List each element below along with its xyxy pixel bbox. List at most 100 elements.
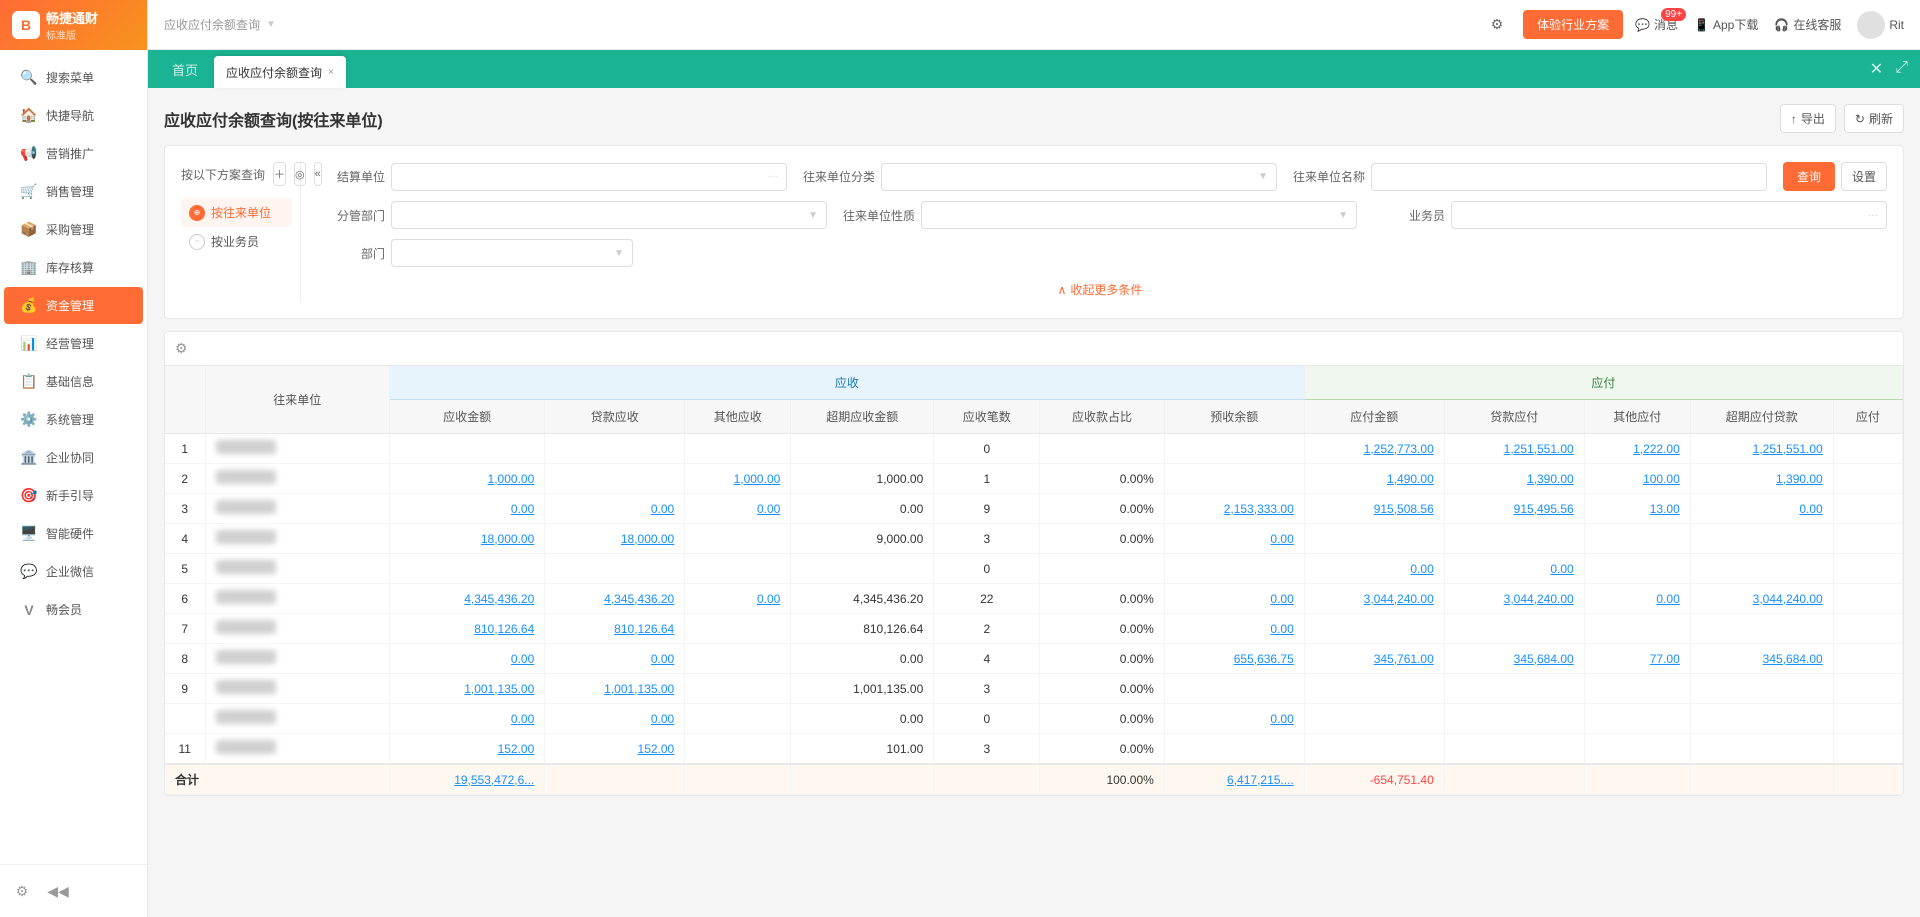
table-cell[interactable]: 152.00 xyxy=(545,734,685,765)
table-cell[interactable]: 345,684.00 xyxy=(1444,644,1584,674)
table-cell[interactable]: 152.00 xyxy=(389,734,544,765)
sidebar-item-purchase[interactable]: 📦 采购管理 xyxy=(4,211,143,248)
message-btn[interactable]: 💬 消息 99+ xyxy=(1635,16,1678,33)
table-cell xyxy=(1690,554,1833,584)
table-cell[interactable]: 915,508.56 xyxy=(1304,494,1444,524)
table-cell[interactable]: 18,000.00 xyxy=(545,524,685,554)
tab-close-btn[interactable]: × xyxy=(328,67,334,78)
settlement-unit-input[interactable]: ··· xyxy=(391,163,787,191)
table-cell[interactable]: 0.00 xyxy=(1164,584,1304,614)
department-input[interactable]: ▼ xyxy=(391,239,633,267)
sidebar-item-vip[interactable]: V 畅会员 xyxy=(4,591,143,628)
table-cell[interactable]: 0.00 xyxy=(1584,584,1690,614)
table-cell[interactable]: 1,001,135.00 xyxy=(545,674,685,704)
table-cell[interactable]: 1,222.00 xyxy=(1584,434,1690,464)
tab-home[interactable]: 首页 xyxy=(156,50,214,88)
sidebar-item-marketing[interactable]: 📢 营销推广 xyxy=(4,135,143,172)
partner-category-input[interactable]: ▼ xyxy=(881,163,1277,191)
table-cell[interactable]: 0.00 xyxy=(389,704,544,734)
tab-active[interactable]: 应收应付余额查询 × xyxy=(214,56,346,88)
sidebar-item-hardware[interactable]: 🖥️ 智能硬件 xyxy=(4,515,143,552)
table-cell[interactable]: 100.00 xyxy=(1584,464,1690,494)
partner-name-input[interactable] xyxy=(1371,163,1767,191)
table-cell[interactable]: 655,636.75 xyxy=(1164,644,1304,674)
table-cell[interactable]: 0.00 xyxy=(1164,704,1304,734)
table-cell[interactable]: 0.00 xyxy=(545,494,685,524)
filter-option-by-unit[interactable]: ⊕ 按往来单位 xyxy=(181,198,292,227)
settings-button[interactable]: 设置 xyxy=(1841,162,1887,191)
sidebar-item-wechat[interactable]: 💬 企业微信 xyxy=(4,553,143,590)
table-cell[interactable]: 13.00 xyxy=(1584,494,1690,524)
sidebar-item-quick-nav[interactable]: 🏠 快捷导航 xyxy=(4,97,143,134)
header-gear-btn[interactable]: ⚙ xyxy=(1483,11,1511,39)
table-cell[interactable]: 0.00 xyxy=(545,704,685,734)
table-cell[interactable]: 4,345,436.20 xyxy=(545,584,685,614)
sidebar-item-label: 畅会员 xyxy=(46,601,82,618)
add-filter-btn[interactable]: ＋ xyxy=(273,162,286,186)
table-cell[interactable]: 3,044,240.00 xyxy=(1444,584,1584,614)
refresh-button[interactable]: ↻ 刷新 xyxy=(1844,104,1904,133)
window-max-btn[interactable]: ⤢ xyxy=(1891,55,1912,83)
export-button[interactable]: ↑ 导出 xyxy=(1780,104,1836,133)
table-cell[interactable]: 0.00 xyxy=(545,644,685,674)
solution-button[interactable]: 体验行业方案 xyxy=(1523,10,1623,39)
partner-nature-input[interactable]: ▼ xyxy=(921,201,1357,229)
table-cell[interactable]: 0.00 xyxy=(1304,554,1444,584)
collapse-sidebar-btn[interactable]: ◀◀ xyxy=(44,877,72,905)
table-cell[interactable]: 1,252,773.00 xyxy=(1304,434,1444,464)
online-service-btn[interactable]: 🎧 在线客服 xyxy=(1774,16,1841,33)
sidebar-item-system[interactable]: ⚙️ 系统管理 xyxy=(4,401,143,438)
sidebar-item-search[interactable]: 🔍 搜索菜单 xyxy=(4,59,143,96)
filter-target-btn[interactable]: ◎ xyxy=(294,162,306,186)
filter-collapse-btn[interactable]: ∧ 收起更多条件 xyxy=(313,277,1887,302)
filter-option-by-staff[interactable]: ○ 按业务员 xyxy=(181,227,292,256)
table-cell[interactable]: 1,251,551.00 xyxy=(1444,434,1584,464)
table-cell[interactable]: 1,000.00 xyxy=(389,464,544,494)
table-cell[interactable]: 345,684.00 xyxy=(1690,644,1833,674)
table-cell[interactable]: 2,153,333.00 xyxy=(1164,494,1304,524)
table-cell[interactable]: 810,126.64 xyxy=(545,614,685,644)
division-input[interactable]: ▼ xyxy=(391,201,827,229)
table-cell[interactable]: 18,000.00 xyxy=(389,524,544,554)
table-cell[interactable]: 0.00 xyxy=(1164,524,1304,554)
table-cell[interactable]: 1,390.00 xyxy=(1690,464,1833,494)
sidebar-item-guide[interactable]: 🎯 新手引导 xyxy=(4,477,143,514)
table-cell[interactable]: 0.00 xyxy=(1164,614,1304,644)
table-cell[interactable]: 0.00 xyxy=(389,494,544,524)
table-cell[interactable]: 4,345,436.20 xyxy=(389,584,544,614)
table-cell[interactable]: 0.00 xyxy=(1444,554,1584,584)
user-area[interactable]: Rit xyxy=(1857,11,1904,39)
table-cell[interactable]: 1,490.00 xyxy=(1304,464,1444,494)
footer-advance-balance[interactable]: 6,417,215.... xyxy=(1164,764,1304,795)
footer-receivable-amount[interactable]: 19,553,472,6... xyxy=(389,764,544,795)
table-cell[interactable]: 1,251,551.00 xyxy=(1690,434,1833,464)
table-cell[interactable]: 77.00 xyxy=(1584,644,1690,674)
table-cell[interactable]: 3,044,240.00 xyxy=(1690,584,1833,614)
table-cell[interactable]: 810,126.64 xyxy=(389,614,544,644)
table-cell[interactable]: 0.00 xyxy=(389,644,544,674)
table-cell xyxy=(1833,644,1902,674)
sidebar-item-inventory[interactable]: 🏢 库存核算 xyxy=(4,249,143,286)
sidebar-item-operations[interactable]: 📊 经营管理 xyxy=(4,325,143,362)
table-cell[interactable]: 0.00 xyxy=(1690,494,1833,524)
table-cell[interactable]: 1,390.00 xyxy=(1444,464,1584,494)
window-close-btn[interactable]: ✕ xyxy=(1866,55,1887,83)
sidebar-item-enterprise[interactable]: 🏛️ 企业协同 xyxy=(4,439,143,476)
table-cell[interactable]: 1,001,135.00 xyxy=(389,674,544,704)
table-cell xyxy=(685,434,791,464)
sidebar-item-finance[interactable]: 💰 资金管理 xyxy=(4,287,143,324)
col-other-payable: 其他应付 xyxy=(1584,400,1690,434)
query-button[interactable]: 查询 xyxy=(1783,162,1835,191)
settings-footer-btn[interactable]: ⚙ xyxy=(8,877,36,905)
table-cell[interactable]: 915,495.56 xyxy=(1444,494,1584,524)
table-cell[interactable]: 0.00 xyxy=(685,584,791,614)
sidebar-item-basic-info[interactable]: 📋 基础信息 xyxy=(4,363,143,400)
table-cell[interactable]: 345,761.00 xyxy=(1304,644,1444,674)
table-cell[interactable]: 0.00 xyxy=(685,494,791,524)
table-settings-icon[interactable]: ⚙ xyxy=(175,340,188,357)
app-download-btn[interactable]: 📱 App下载 xyxy=(1694,16,1758,33)
table-cell[interactable]: 1,000.00 xyxy=(685,464,791,494)
table-cell[interactable]: 3,044,240.00 xyxy=(1304,584,1444,614)
sidebar-item-sales[interactable]: 🛒 销售管理 xyxy=(4,173,143,210)
salesperson-input[interactable]: ··· xyxy=(1451,201,1887,229)
